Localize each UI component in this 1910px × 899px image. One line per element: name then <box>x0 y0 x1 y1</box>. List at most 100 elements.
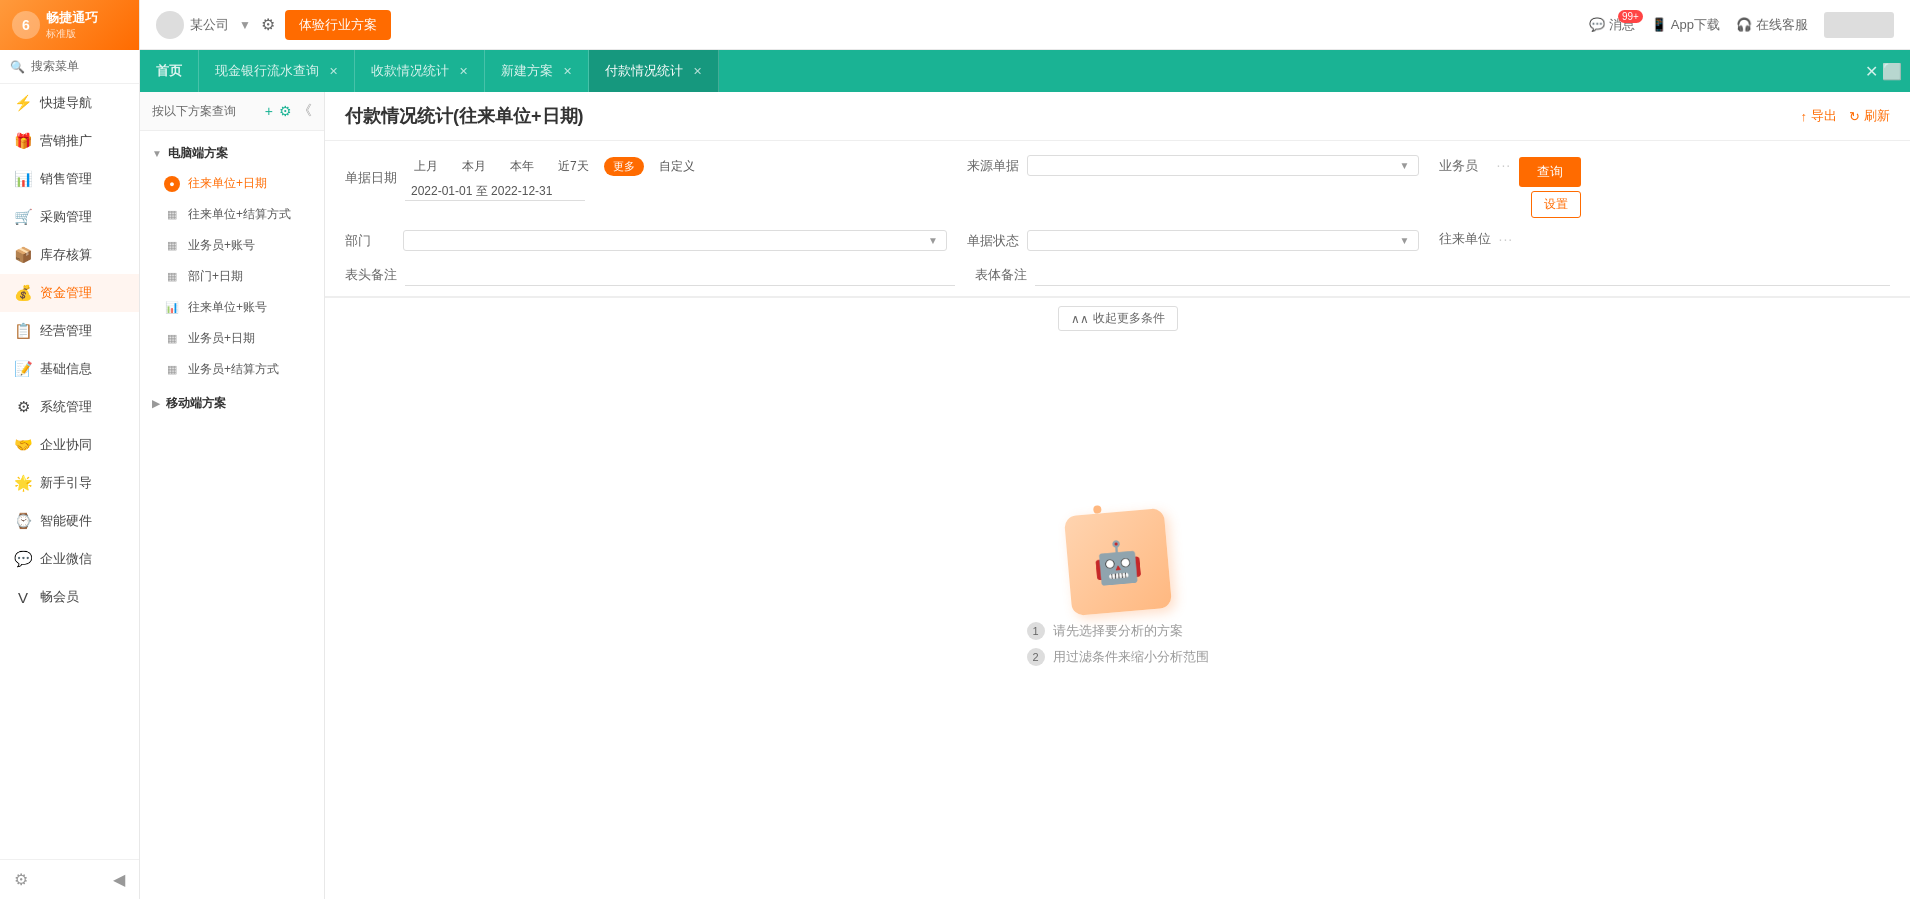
date-range-input[interactable] <box>405 182 585 201</box>
operations-label: 经营管理 <box>40 322 92 340</box>
collapse-scheme-panel-icon[interactable]: 《 <box>298 102 312 120</box>
sidebar-item-marketing[interactable]: 🎁 营销推广 <box>0 122 139 160</box>
page-header-actions: ↑ 导出 ↻ 刷新 <box>1801 107 1891 125</box>
tab-receipt-stats-label: 收款情况统计 <box>371 62 449 80</box>
header-note-input[interactable] <box>405 263 955 286</box>
tab-bank-flow-label: 现金银行流水查询 <box>215 62 319 80</box>
last-7-days-option[interactable]: 近7天 <box>549 155 598 178</box>
mobile-group-title[interactable]: ▶ 移动端方案 <box>140 389 324 418</box>
export-button[interactable]: ↑ 导出 <box>1801 107 1838 125</box>
scheme-item-往来单位日期[interactable]: ● 往来单位+日期 <box>140 168 324 199</box>
tab-receipt-stats[interactable]: 收款情况统计 ✕ <box>355 50 485 92</box>
app-download-label: App下载 <box>1671 16 1720 34</box>
collapse-sidebar-icon[interactable]: ◀ <box>113 870 125 889</box>
scheme-item-业务员结算方式[interactable]: ▦业务员+结算方式 <box>140 354 324 385</box>
source-select-arrow-icon: ▼ <box>1400 160 1410 171</box>
sidebar-item-quick-nav[interactable]: ⚡ 快捷导航 <box>0 84 139 122</box>
scheme-icon: ▦ <box>164 362 180 378</box>
set-button[interactable]: 设置 <box>1531 191 1581 218</box>
message-icon: 💬 <box>1589 17 1605 32</box>
sidebar-item-inventory[interactable]: 📦 库存核算 <box>0 236 139 274</box>
sidebar-item-basic[interactable]: 📝 基础信息 <box>0 350 139 388</box>
salesperson-dots[interactable]: ··· <box>1497 157 1512 173</box>
search-menu[interactable]: 🔍 搜索菜单 <box>0 50 139 84</box>
user-avatar[interactable] <box>1824 12 1894 38</box>
collapse-bar: ∧∧ 收起更多条件 <box>325 297 1910 339</box>
source-select[interactable]: ▼ <box>1027 155 1419 176</box>
logo-sub: 标准版 <box>46 27 98 41</box>
scheme-item-label: 往来单位+日期 <box>188 175 267 192</box>
sidebar-item-hardware[interactable]: ⌚ 智能硬件 <box>0 502 139 540</box>
close-tab-new-scheme-icon[interactable]: ✕ <box>563 65 572 78</box>
app-icon: 📱 <box>1651 17 1667 32</box>
body-note-field: 表体备注 <box>975 263 1890 286</box>
filter-row-3: 表头备注 表体备注 <box>345 263 1890 286</box>
page-title: 付款情况统计(往来单位+日期) <box>345 104 584 128</box>
counterpart-dots[interactable]: ··· <box>1499 231 1514 247</box>
dept-select[interactable]: ▼ <box>403 230 947 251</box>
collapse-up-icon: ∧∧ <box>1071 312 1089 326</box>
quick-nav-icon: ⚡ <box>14 94 32 112</box>
filter-row-2: 部门 ▼ 单据状态 ▼ 往来单位 <box>345 230 1890 251</box>
custom-option[interactable]: 自定义 <box>650 155 704 178</box>
last-month-option[interactable]: 上月 <box>405 155 447 178</box>
desktop-group-title[interactable]: ▼ 电脑端方案 <box>140 139 324 168</box>
scheme-item-业务员日期[interactable]: ▦业务员+日期 <box>140 323 324 354</box>
sidebar-item-purchase[interactable]: 🛒 采购管理 <box>0 198 139 236</box>
tab-new-scheme[interactable]: 新建方案✕ <box>485 50 589 92</box>
sidebar-item-system[interactable]: ⚙ 系统管理 <box>0 388 139 426</box>
trial-button[interactable]: 体验行业方案 <box>285 10 391 40</box>
sidebar-item-member[interactable]: V 畅会员 <box>0 578 139 616</box>
close-tab-receipt-stats-icon[interactable]: ✕ <box>459 65 468 78</box>
add-scheme-icon[interactable]: + <box>265 103 273 119</box>
scheme-item-往来单位账号[interactable]: 📊往来单位+账号 <box>140 292 324 323</box>
guide-icon: 🌟 <box>14 474 32 492</box>
close-tab-payment-stats-icon[interactable]: ✕ <box>693 65 702 78</box>
guide-label: 新手引导 <box>40 474 92 492</box>
doc-status-select[interactable]: ▼ <box>1027 230 1419 251</box>
tip-1-num: 1 <box>1027 622 1045 640</box>
more-options[interactable]: 更多 <box>604 157 644 176</box>
refresh-icon: ↻ <box>1849 109 1860 124</box>
filter-row-1: 单据日期 上月 本月 本年 近7天 更多 自定义 <box>345 155 1890 218</box>
basic-icon: 📝 <box>14 360 32 378</box>
tab-payment-stats[interactable]: 付款情况统计✕ <box>589 50 719 92</box>
profile-chevron-icon[interactable]: ▼ <box>239 18 251 32</box>
scheme-item-往来单位结算方式[interactable]: ▦往来单位+结算方式 <box>140 199 324 230</box>
refresh-button[interactable]: ↻ 刷新 <box>1849 107 1890 125</box>
scheme-item-label: 业务员+日期 <box>188 330 255 347</box>
desktop-arrow-icon: ▼ <box>152 148 162 159</box>
mobile-arrow-icon: ▶ <box>152 398 160 409</box>
messages-button[interactable]: 💬 消息 99+ <box>1589 16 1635 34</box>
close-tab-bank-flow-icon[interactable]: ✕ <box>329 65 338 78</box>
sidebar-item-enterprise[interactable]: 🤝 企业协同 <box>0 426 139 464</box>
sidebar-item-sales[interactable]: 📊 销售管理 <box>0 160 139 198</box>
member-label: 畅会员 <box>40 588 79 606</box>
settings-gear-icon[interactable]: ⚙ <box>261 15 275 34</box>
sidebar-item-guide[interactable]: 🌟 新手引导 <box>0 464 139 502</box>
body-note-input[interactable] <box>1035 263 1890 286</box>
filter-area: 单据日期 上月 本月 本年 近7天 更多 自定义 <box>325 141 1910 297</box>
settings-icon[interactable]: ⚙ <box>14 870 28 889</box>
collapse-button[interactable]: ∧∧ 收起更多条件 <box>1058 306 1178 331</box>
app-download-button[interactable]: 📱 App下载 <box>1651 16 1720 34</box>
sidebar-item-wechat[interactable]: 💬 企业微信 <box>0 540 139 578</box>
scheme-icon: ● <box>164 176 180 192</box>
scheme-settings-icon[interactable]: ⚙ <box>279 103 292 119</box>
close-all-tabs-icon[interactable]: ✕ <box>1865 62 1878 81</box>
query-button[interactable]: 查询 <box>1519 157 1581 187</box>
doc-status-label: 单据状态 <box>967 232 1019 250</box>
maximize-icon[interactable]: ⬜ <box>1882 62 1902 81</box>
scheme-item-业务员账号[interactable]: ▦业务员+账号 <box>140 230 324 261</box>
sidebar-item-finance[interactable]: 💰 资金管理 <box>0 274 139 312</box>
this-year-option[interactable]: 本年 <box>501 155 543 178</box>
profile-section[interactable]: 某公司 <box>156 11 229 39</box>
tab-home[interactable]: 首页 <box>140 50 199 92</box>
logo-text: 畅捷通巧 标准版 <box>46 9 98 41</box>
counterpart-field: 往来单位 ··· <box>1439 230 1891 248</box>
this-month-option[interactable]: 本月 <box>453 155 495 178</box>
scheme-item-部门日期[interactable]: ▦部门+日期 <box>140 261 324 292</box>
tab-bank-flow[interactable]: 现金银行流水查询 ✕ <box>199 50 355 92</box>
sidebar-item-operations[interactable]: 📋 经营管理 <box>0 312 139 350</box>
online-service-button[interactable]: 🎧 在线客服 <box>1736 16 1808 34</box>
